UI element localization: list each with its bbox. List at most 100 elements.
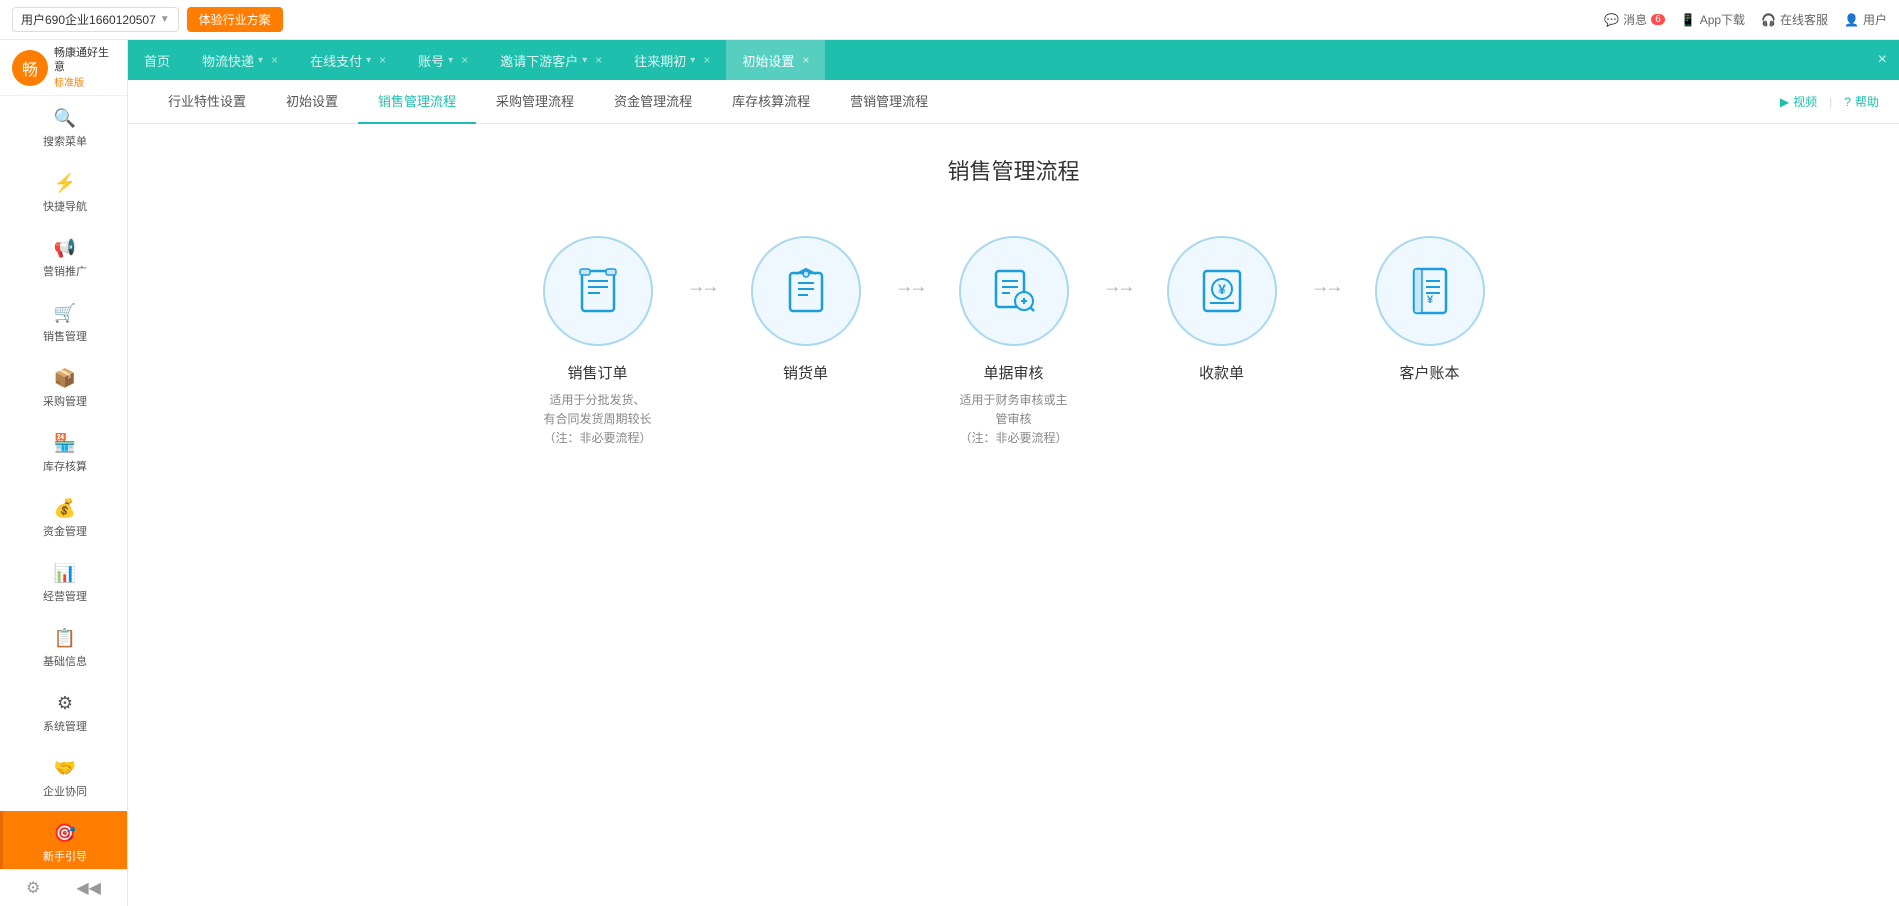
- logo-subtitle: 标准版: [54, 74, 115, 89]
- close-icon[interactable]: ×: [595, 53, 602, 67]
- finance-icon: 💰: [54, 498, 76, 519]
- flow-section: 销售管理流程: [128, 124, 1899, 479]
- svg-text:¥: ¥: [1218, 281, 1226, 297]
- logo-text-block: 畅康通好生意 标准版: [54, 46, 115, 90]
- sidebar-items: 🔍 搜索菜单 ⚡ 快捷导航 📢 营销推广 🛒 销售管理 📦 采购管理 🏪 库存核…: [0, 96, 127, 869]
- step-name-sales-order: 销售订单: [567, 362, 627, 383]
- marketing-icon: 📢: [54, 238, 76, 259]
- sidebar-item-operation[interactable]: 📊 经营管理: [0, 551, 127, 616]
- main-layout: 畅 畅康通好生意 标准版 🔍 搜索菜单 ⚡ 快捷导航 📢 营销推广 🛒 销售管理…: [0, 40, 1899, 906]
- dropdown-icon: ▾: [582, 55, 587, 66]
- headset-icon: 🎧: [1761, 13, 1776, 27]
- flow-diagram: 销售订单 适用于分批发货、有合同发货周期较长（注：非必要流程） →→: [168, 236, 1859, 449]
- user-selector[interactable]: 用户690企业1660120507 ▼: [12, 7, 179, 32]
- flow-step-review: 单据审核 适用于财务审核或主管审核（注：非必要流程）: [924, 236, 1104, 449]
- dropdown-arrow-icon: ▼: [160, 14, 170, 25]
- sidebar-label-finance: 资金管理: [43, 523, 87, 539]
- user-profile-item[interactable]: 👤 用户: [1844, 11, 1887, 28]
- settings-icon[interactable]: ⚙: [26, 878, 40, 898]
- tab-period[interactable]: 往来期初 ▾ ×: [618, 40, 726, 80]
- sub-tab-sales-flow-label: 销售管理流程: [378, 91, 456, 110]
- video-label: 视频: [1793, 93, 1817, 110]
- sidebar-item-inventory[interactable]: 🏪 库存核算: [0, 421, 127, 486]
- page-content: 行业特性设置 初始设置 销售管理流程 采购管理流程 资金管理流程: [128, 80, 1899, 906]
- sidebar-item-guide[interactable]: 🎯 新手引导: [0, 811, 127, 869]
- step-name-account-book: 客户账本: [1399, 362, 1459, 383]
- sidebar-item-quick[interactable]: ⚡ 快捷导航: [0, 161, 127, 226]
- delivery-icon: [780, 265, 832, 317]
- app-icon: 📱: [1681, 13, 1696, 27]
- tab-logistics-label: 物流快递: [202, 51, 254, 70]
- sidebar-item-search[interactable]: 🔍 搜索菜单: [0, 96, 127, 161]
- sub-tabs-right: ▶ 视频 | ? 帮助: [1780, 93, 1879, 110]
- system-icon: ⚙: [57, 693, 73, 714]
- sub-tab-inventory-flow[interactable]: 库存核算流程: [712, 80, 830, 124]
- tab-account[interactable]: 账号 ▾ ×: [402, 40, 484, 80]
- flow-circle-receipt: ¥: [1167, 236, 1277, 346]
- close-icon[interactable]: ×: [379, 53, 386, 67]
- sidebar-label-marketing: 营销推广: [43, 263, 87, 279]
- sub-tab-purchase-flow[interactable]: 采购管理流程: [476, 80, 594, 124]
- tab-account-label: 账号: [418, 51, 444, 70]
- collapse-icon[interactable]: ◀◀: [76, 878, 101, 898]
- flow-step-receipt: ¥ 收款单: [1132, 236, 1312, 391]
- avatar: 👤: [1844, 13, 1859, 27]
- sidebar-bottom: ⚙ ◀◀: [0, 869, 127, 906]
- sidebar-item-purchase[interactable]: 📦 采购管理: [0, 356, 127, 421]
- sub-tabs-left: 行业特性设置 初始设置 销售管理流程 采购管理流程 资金管理流程: [148, 80, 948, 124]
- flow-circle-review: [959, 236, 1069, 346]
- svg-text:¥: ¥: [1426, 294, 1433, 306]
- sidebar-item-sales[interactable]: 🛒 销售管理: [0, 291, 127, 356]
- close-icon[interactable]: ×: [802, 53, 809, 67]
- sub-tab-industry-label: 行业特性设置: [168, 91, 246, 110]
- top-bar: 用户690企业1660120507 ▼ 体验行业方案 💬 消息 6 📱 App下…: [0, 0, 1899, 40]
- sidebar-item-finance[interactable]: 💰 资金管理: [0, 486, 127, 551]
- sub-tab-init[interactable]: 初始设置: [266, 80, 358, 124]
- sub-tab-purchase-flow-label: 采购管理流程: [496, 91, 574, 110]
- sub-tab-inventory-flow-label: 库存核算流程: [732, 91, 810, 110]
- sidebar-label-base: 基础信息: [43, 653, 87, 669]
- review-icon: [988, 265, 1040, 317]
- message-item[interactable]: 💬 消息 6: [1604, 11, 1665, 28]
- flow-arrow-1: →→: [688, 236, 716, 297]
- app-download-item[interactable]: 📱 App下载: [1681, 11, 1745, 28]
- tab-period-label: 往来期初: [634, 51, 686, 70]
- video-icon: ▶: [1780, 95, 1789, 109]
- sales-icon: 🛒: [54, 303, 76, 324]
- sub-tabs: 行业特性设置 初始设置 销售管理流程 采购管理流程 资金管理流程: [128, 80, 1899, 124]
- step-desc-sales-order: 适用于分批发货、有合同发货周期较长（注：非必要流程）: [543, 391, 651, 449]
- sidebar-label-quick: 快捷导航: [43, 198, 87, 214]
- sub-tab-industry[interactable]: 行业特性设置: [148, 80, 266, 124]
- tab-logistics[interactable]: 物流快递 ▾ ×: [186, 40, 294, 80]
- sidebar-item-marketing[interactable]: 📢 营销推广: [0, 226, 127, 291]
- divider: |: [1829, 95, 1832, 109]
- close-icon[interactable]: ×: [703, 53, 710, 67]
- sub-tab-sales-flow[interactable]: 销售管理流程: [358, 80, 476, 124]
- sidebar-label-guide: 新手引导: [43, 848, 87, 864]
- sidebar-label-inventory: 库存核算: [43, 458, 87, 474]
- flow-circle-sales-order: [543, 236, 653, 346]
- close-icon[interactable]: ×: [271, 53, 278, 67]
- sub-tab-marketing-flow[interactable]: 营销管理流程: [830, 80, 948, 124]
- account-book-icon: ¥: [1404, 265, 1456, 317]
- dropdown-icon: ▾: [366, 55, 371, 66]
- app-download-label: App下载: [1700, 11, 1745, 28]
- video-link[interactable]: ▶ 视频: [1780, 93, 1817, 110]
- help-link[interactable]: ? 帮助: [1844, 93, 1879, 110]
- sidebar-label-collab: 企业协同: [43, 783, 87, 799]
- sidebar-item-system[interactable]: ⚙ 系统管理: [0, 681, 127, 746]
- purchase-icon: 📦: [54, 368, 76, 389]
- online-service-item[interactable]: 🎧 在线客服: [1761, 11, 1828, 28]
- tab-invite[interactable]: 邀请下游客户 ▾ ×: [484, 40, 618, 80]
- sidebar-item-collab[interactable]: 🤝 企业协同: [0, 746, 127, 811]
- tab-home[interactable]: 首页: [128, 40, 186, 80]
- nav-close-button[interactable]: ×: [1866, 51, 1899, 69]
- close-icon[interactable]: ×: [461, 53, 468, 67]
- sub-tab-finance-flow[interactable]: 资金管理流程: [594, 80, 712, 124]
- sidebar-item-base[interactable]: 📋 基础信息: [0, 616, 127, 681]
- sidebar-label-sales: 销售管理: [43, 328, 87, 344]
- trial-button[interactable]: 体验行业方案: [187, 7, 283, 32]
- dropdown-icon: ▾: [258, 55, 263, 66]
- tab-payment[interactable]: 在线支付 ▾ ×: [294, 40, 402, 80]
- tab-init[interactable]: 初始设置 ×: [726, 40, 825, 80]
